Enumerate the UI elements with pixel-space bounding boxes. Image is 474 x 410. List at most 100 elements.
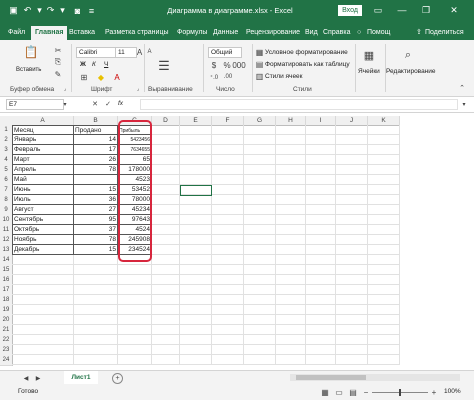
- decrease-font-icon[interactable]: A: [146, 48, 153, 56]
- empty-cell[interactable]: [306, 285, 336, 295]
- currency-icon[interactable]: $: [208, 61, 220, 70]
- camera-icon[interactable]: ◙: [72, 5, 83, 16]
- empty-cell[interactable]: [244, 325, 276, 335]
- name-box[interactable]: E7: [6, 99, 64, 110]
- empty-cell[interactable]: [336, 165, 368, 175]
- empty-cell[interactable]: [244, 125, 276, 135]
- empty-cell[interactable]: [306, 325, 336, 335]
- empty-cell[interactable]: [180, 155, 212, 165]
- empty-cell[interactable]: [244, 235, 276, 245]
- empty-cell[interactable]: [152, 335, 180, 345]
- empty-cell[interactable]: [152, 165, 180, 175]
- empty-cell[interactable]: [336, 285, 368, 295]
- empty-cell[interactable]: [276, 345, 306, 355]
- empty-cell[interactable]: [276, 165, 306, 175]
- percent-icon[interactable]: %: [222, 61, 232, 70]
- empty-cell[interactable]: [12, 255, 74, 265]
- empty-cell[interactable]: [152, 295, 180, 305]
- empty-cell[interactable]: [74, 275, 118, 285]
- empty-cell[interactable]: [336, 315, 368, 325]
- empty-cell[interactable]: [368, 225, 400, 235]
- font-name-box[interactable]: Calibri: [76, 47, 116, 58]
- tab-file[interactable]: Файл: [8, 26, 25, 40]
- empty-cell[interactable]: [212, 215, 244, 225]
- empty-cell[interactable]: [276, 275, 306, 285]
- empty-cell[interactable]: [336, 245, 368, 255]
- tab-tell-me[interactable]: Помощ: [367, 26, 390, 40]
- empty-cell[interactable]: [244, 155, 276, 165]
- zoom-level[interactable]: 100%: [444, 388, 461, 395]
- data-cell[interactable]: Апрель: [12, 165, 74, 175]
- empty-cell[interactable]: [180, 165, 212, 175]
- empty-cell[interactable]: [336, 145, 368, 155]
- format-table-icon[interactable]: ▤: [256, 60, 264, 69]
- data-cell[interactable]: Октябрь: [12, 225, 74, 235]
- empty-cell[interactable]: [152, 305, 180, 315]
- empty-cell[interactable]: [244, 265, 276, 275]
- empty-cell[interactable]: [152, 255, 180, 265]
- data-cell[interactable]: 78: [74, 235, 118, 245]
- format-table-button[interactable]: Форматировать как таблицу: [265, 61, 350, 68]
- empty-cell[interactable]: [180, 245, 212, 255]
- empty-cell[interactable]: [244, 135, 276, 145]
- empty-cell[interactable]: [212, 255, 244, 265]
- empty-cell[interactable]: [244, 225, 276, 235]
- format-painter-icon[interactable]: ✎: [54, 70, 62, 79]
- empty-cell[interactable]: [368, 175, 400, 185]
- empty-cell[interactable]: [244, 315, 276, 325]
- data-cell[interactable]: Август: [12, 205, 74, 215]
- dialog-launcher-icon[interactable]: ⌟: [135, 86, 141, 92]
- share-button[interactable]: Поделиться: [425, 26, 464, 40]
- tab-page-layout[interactable]: Разметка страницы: [105, 26, 169, 40]
- data-cell[interactable]: 17: [74, 145, 118, 155]
- empty-cell[interactable]: [118, 305, 152, 315]
- empty-cell[interactable]: [276, 235, 306, 245]
- header-cell[interactable]: Месяц: [12, 125, 74, 135]
- empty-cell[interactable]: [12, 285, 74, 295]
- empty-cell[interactable]: [212, 275, 244, 285]
- empty-cell[interactable]: [368, 135, 400, 145]
- chevron-down-icon[interactable]: ▾: [62, 100, 68, 108]
- empty-cell[interactable]: [368, 275, 400, 285]
- empty-cell[interactable]: [276, 335, 306, 345]
- empty-cell[interactable]: [74, 255, 118, 265]
- empty-cell[interactable]: [276, 185, 306, 195]
- empty-cell[interactable]: [368, 235, 400, 245]
- empty-cell[interactable]: [368, 315, 400, 325]
- expand-formula-icon[interactable]: ▾: [460, 100, 468, 108]
- ribbon-display-icon[interactable]: ▭: [372, 4, 384, 16]
- empty-cell[interactable]: [306, 155, 336, 165]
- empty-cell[interactable]: [276, 305, 306, 315]
- empty-cell[interactable]: [244, 165, 276, 175]
- empty-cell[interactable]: [336, 215, 368, 225]
- empty-cell[interactable]: [336, 275, 368, 285]
- dialog-launcher-icon[interactable]: ⌟: [62, 86, 68, 92]
- empty-cell[interactable]: [276, 325, 306, 335]
- empty-cell[interactable]: [306, 295, 336, 305]
- empty-cell[interactable]: [180, 135, 212, 145]
- empty-cell[interactable]: [368, 165, 400, 175]
- fill-color-icon[interactable]: ◆: [97, 73, 105, 82]
- empty-cell[interactable]: [212, 145, 244, 155]
- cut-icon[interactable]: ✂: [54, 46, 62, 55]
- empty-cell[interactable]: [118, 265, 152, 275]
- increase-decimal-icon[interactable]: ⁺.0: [208, 73, 220, 81]
- empty-cell[interactable]: [180, 145, 212, 155]
- data-cell[interactable]: Ноябрь: [12, 235, 74, 245]
- empty-cell[interactable]: [180, 255, 212, 265]
- empty-cell[interactable]: [306, 355, 336, 365]
- empty-cell[interactable]: [180, 215, 212, 225]
- empty-cell[interactable]: [180, 235, 212, 245]
- empty-cell[interactable]: [336, 335, 368, 345]
- share-icon[interactable]: ⇪: [416, 26, 422, 40]
- redo-icon[interactable]: ↷: [45, 5, 56, 16]
- empty-cell[interactable]: [152, 265, 180, 275]
- italic-button[interactable]: К: [92, 61, 96, 68]
- collapse-ribbon-icon[interactable]: ⌃: [458, 84, 466, 92]
- data-cell[interactable]: 15: [74, 245, 118, 255]
- empty-cell[interactable]: [212, 165, 244, 175]
- empty-cell[interactable]: [306, 135, 336, 145]
- empty-cell[interactable]: [368, 335, 400, 345]
- data-cell[interactable]: Март: [12, 155, 74, 165]
- empty-cell[interactable]: [74, 305, 118, 315]
